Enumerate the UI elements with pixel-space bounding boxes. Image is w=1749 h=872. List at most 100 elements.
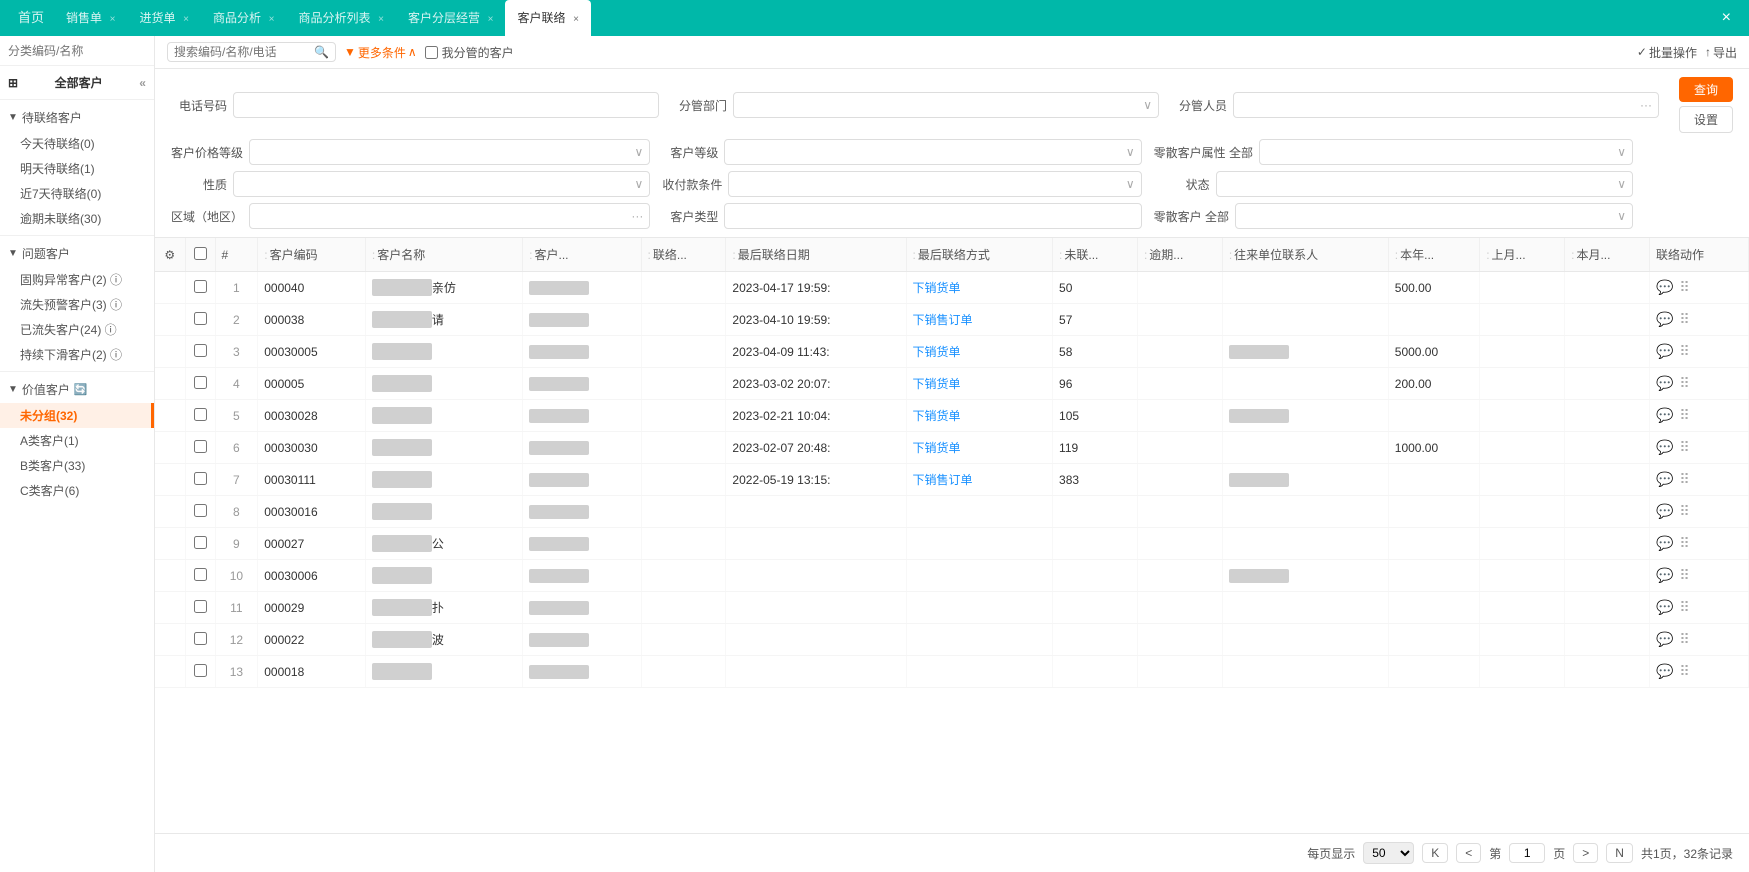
row-checkbox[interactable] (194, 376, 207, 389)
sidebar-item-abnormal[interactable]: 固购异常客户(2) ⓘ (0, 267, 154, 292)
more-action-icon[interactable]: ⠿ (1679, 535, 1689, 552)
row-checkbox-cell[interactable] (185, 592, 215, 624)
close-product-analysis-tab[interactable]: × (269, 14, 275, 25)
chat-action-icon[interactable]: 💬 (1656, 279, 1673, 296)
row-last-method[interactable] (906, 592, 1053, 624)
sidebar-group-pending[interactable]: ▼ 待联络客户 (0, 104, 154, 131)
chat-action-icon[interactable]: 💬 (1656, 503, 1673, 520)
row-checkbox-cell[interactable] (185, 336, 215, 368)
nav-sales[interactable]: 销售单 × (54, 0, 127, 36)
retail-attr-input[interactable]: ∨ (1259, 139, 1633, 165)
table-no-days-header[interactable]: :未联... (1053, 238, 1138, 272)
row-checkbox[interactable] (194, 536, 207, 549)
table-select-all-header[interactable] (185, 238, 215, 272)
chat-action-icon[interactable]: 💬 (1656, 311, 1673, 328)
row-checkbox[interactable] (194, 632, 207, 645)
sidebar-item-no-order[interactable]: 持续下滑客户(2) ⓘ (0, 342, 154, 367)
sidebar-group-problem[interactable]: ▼ 问题客户 (0, 240, 154, 267)
search-icon[interactable]: 🔍 (314, 45, 329, 59)
manager-input[interactable]: ··· (1233, 92, 1659, 118)
table-this-year-header[interactable]: :本年... (1388, 238, 1479, 272)
row-checkbox[interactable] (194, 312, 207, 325)
row-checkbox-cell[interactable] (185, 528, 215, 560)
nav-customer-segment[interactable]: 客户分层经营 × (396, 0, 505, 36)
search-input[interactable] (174, 45, 314, 59)
row-checkbox[interactable] (194, 600, 207, 613)
sidebar-item-tomorrow[interactable]: 明天待联络(1) (0, 156, 154, 181)
table-overdue-header[interactable]: :逾期... (1137, 238, 1222, 272)
row-checkbox[interactable] (194, 664, 207, 677)
row-checkbox-cell[interactable] (185, 272, 215, 304)
retail-customer-input[interactable]: ∨ (1235, 203, 1633, 229)
more-action-icon[interactable]: ⠿ (1679, 631, 1689, 648)
table-this-month-header[interactable]: :本月... (1565, 238, 1650, 272)
last-method-link[interactable]: 下销货单 (913, 281, 961, 295)
nature-input[interactable]: ∨ (233, 171, 650, 197)
row-checkbox-cell[interactable] (185, 368, 215, 400)
more-action-icon[interactable]: ⠿ (1679, 503, 1689, 520)
nav-purchase[interactable]: 进货单 × (128, 0, 201, 36)
first-page-btn[interactable]: K (1422, 843, 1448, 863)
customer-type-input[interactable] (724, 203, 1141, 229)
row-last-method[interactable] (906, 560, 1053, 592)
page-number-input[interactable] (1509, 843, 1545, 863)
export-btn[interactable]: ↑ 导出 (1705, 44, 1737, 61)
last-method-link[interactable]: 下销售订单 (913, 473, 973, 487)
row-last-method[interactable]: 下销货单 (906, 336, 1053, 368)
select-all-checkbox[interactable] (194, 247, 207, 260)
sidebar-item-group-a[interactable]: A类客户(1) (0, 428, 154, 453)
sidebar-item-group-c[interactable]: C类客户(6) (0, 478, 154, 503)
row-last-method[interactable]: 下销货单 (906, 432, 1053, 464)
row-last-method[interactable]: 下销货单 (906, 400, 1053, 432)
row-checkbox-cell[interactable] (185, 624, 215, 656)
more-action-icon[interactable]: ⠿ (1679, 567, 1689, 584)
my-customers-check[interactable] (425, 46, 438, 59)
close-product-analysis-list-tab[interactable]: × (378, 14, 384, 25)
row-last-method[interactable]: 下销货单 (906, 368, 1053, 400)
last-method-link[interactable]: 下销售订单 (913, 313, 973, 327)
row-checkbox[interactable] (194, 568, 207, 581)
close-purchase-tab[interactable]: × (183, 14, 189, 25)
row-checkbox[interactable] (194, 408, 207, 421)
dept-input[interactable]: ∨ (733, 92, 1159, 118)
more-action-icon[interactable]: ⠿ (1679, 311, 1689, 328)
more-action-icon[interactable]: ⠿ (1679, 343, 1689, 360)
sidebar-group-value[interactable]: ▼ 价值客户 🔄 (0, 376, 154, 403)
table-last-method-header[interactable]: :最后联络方式 (906, 238, 1053, 272)
close-customer-segment-tab[interactable]: × (488, 14, 494, 25)
close-sales-tab[interactable]: × (110, 14, 116, 25)
row-checkbox-cell[interactable] (185, 560, 215, 592)
sidebar-item-week[interactable]: 近7天待联络(0) (0, 181, 154, 206)
more-conditions-btn[interactable]: ▼ 更多条件 ∧ (344, 44, 417, 61)
chat-action-icon[interactable]: 💬 (1656, 663, 1673, 680)
chat-action-icon[interactable]: 💬 (1656, 407, 1673, 424)
nav-product-analysis[interactable]: 商品分析 × (201, 0, 286, 36)
more-action-icon[interactable]: ⠿ (1679, 279, 1689, 296)
row-checkbox[interactable] (194, 472, 207, 485)
table-name-header[interactable]: :客户名称 (365, 238, 522, 272)
region-input[interactable]: ··· (249, 203, 650, 229)
reset-button[interactable]: 设置 (1679, 106, 1733, 133)
customer-level-input[interactable]: ∨ (724, 139, 1141, 165)
row-checkbox[interactable] (194, 440, 207, 453)
more-action-icon[interactable]: ⠿ (1679, 407, 1689, 424)
sidebar-item-group-b[interactable]: B类客户(33) (0, 453, 154, 478)
row-checkbox-cell[interactable] (185, 400, 215, 432)
row-last-method[interactable] (906, 656, 1053, 688)
row-checkbox-cell[interactable] (185, 464, 215, 496)
sidebar-item-today[interactable]: 今天待联络(0) (0, 131, 154, 156)
sidebar-item-overdue[interactable]: 逾期未联络(30) (0, 206, 154, 231)
row-last-method[interactable]: 下销售订单 (906, 464, 1053, 496)
chat-action-icon[interactable]: 💬 (1656, 535, 1673, 552)
table-last-month-header[interactable]: :上月... (1480, 238, 1565, 272)
sidebar-item-churn-risk[interactable]: 流失预警客户(3) ⓘ (0, 292, 154, 317)
row-checkbox[interactable] (194, 344, 207, 357)
chat-action-icon[interactable]: 💬 (1656, 375, 1673, 392)
per-page-select[interactable]: 50 100 200 (1363, 842, 1414, 864)
more-action-icon[interactable]: ⠿ (1679, 471, 1689, 488)
chat-action-icon[interactable]: 💬 (1656, 567, 1673, 584)
table-type-header[interactable]: :客户... (523, 238, 641, 272)
category-search-input[interactable] (8, 44, 155, 58)
more-action-icon[interactable]: ⠿ (1679, 439, 1689, 456)
prev-page-btn[interactable]: < (1456, 843, 1481, 863)
